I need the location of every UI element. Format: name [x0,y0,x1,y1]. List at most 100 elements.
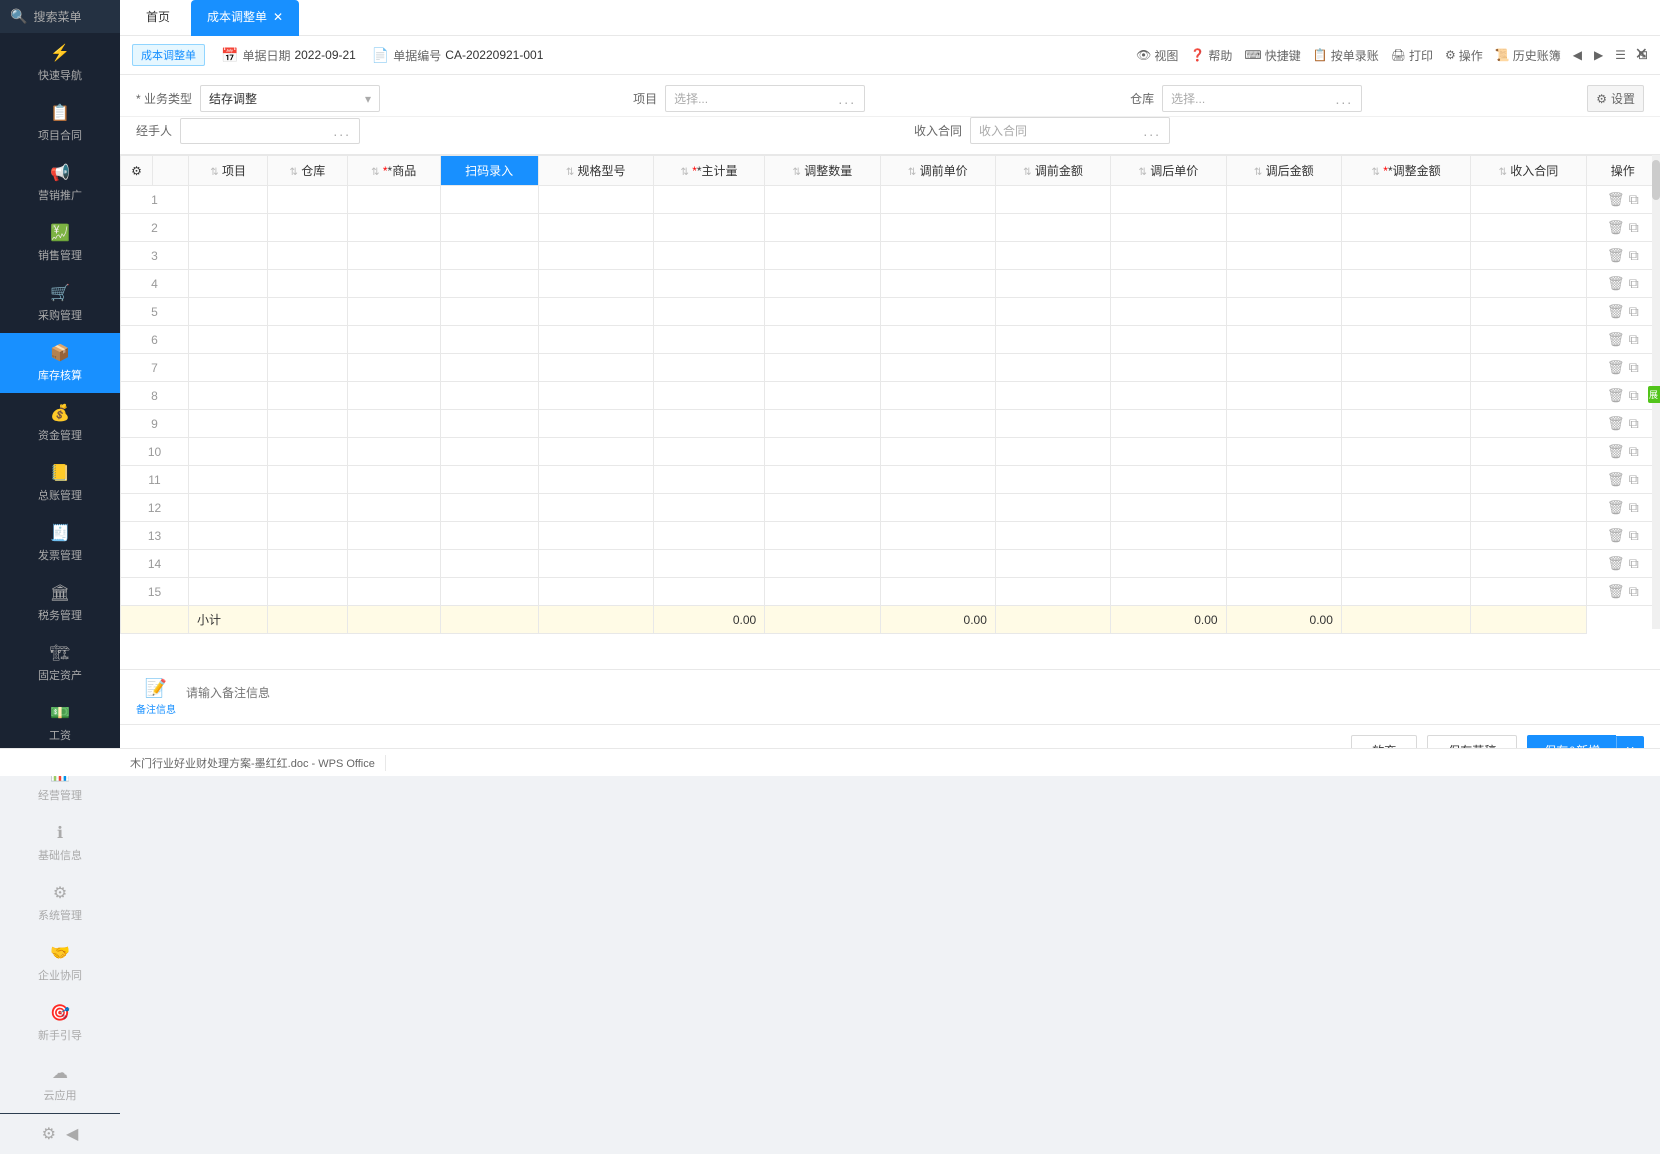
data-cell[interactable] [440,494,538,522]
project-dots[interactable]: ... [838,91,856,107]
copy-row-icon[interactable]: ⧉ [1629,471,1639,488]
data-cell[interactable] [347,466,440,494]
data-cell[interactable] [995,410,1110,438]
delete-row-icon[interactable]: 🗑 [1607,219,1625,236]
project-input[interactable]: 选择... ... [665,85,865,112]
data-cell[interactable] [1471,214,1586,242]
data-cell[interactable] [440,466,538,494]
action-history[interactable]: 📜 历史账簿 [1495,47,1561,64]
action-view[interactable]: 👁 视图 [1136,47,1178,64]
data-cell[interactable] [347,578,440,606]
data-cell[interactable] [538,186,653,214]
copy-row-icon[interactable]: ⧉ [1629,415,1639,432]
data-cell[interactable] [1226,382,1341,410]
data-cell[interactable] [995,298,1110,326]
data-cell[interactable] [880,382,995,410]
data-cell[interactable] [1341,242,1470,270]
data-cell[interactable] [268,550,347,578]
copy-row-icon[interactable]: ⧉ [1629,387,1639,404]
data-cell[interactable] [1341,494,1470,522]
warehouse-input[interactable]: 选择... ... [1162,85,1362,112]
data-cell[interactable] [268,522,347,550]
data-cell[interactable] [538,410,653,438]
data-cell[interactable] [995,522,1110,550]
sidebar-item-sales-management[interactable]: 💹 销售管理 [0,213,120,273]
col-income-contract[interactable]: ⇅ 收入合同 [1471,156,1586,186]
data-cell[interactable] [1226,550,1341,578]
data-cell[interactable] [653,298,764,326]
data-cell[interactable] [765,298,880,326]
data-cell[interactable] [1471,298,1586,326]
data-cell[interactable] [347,494,440,522]
data-cell[interactable] [440,242,538,270]
data-cell[interactable] [1111,298,1226,326]
data-cell[interactable] [347,242,440,270]
data-cell[interactable] [440,186,538,214]
data-cell[interactable] [440,550,538,578]
data-cell[interactable] [268,214,347,242]
copy-row-icon[interactable]: ⧉ [1629,275,1639,292]
note-icon-area[interactable]: 📝 备注信息 [136,678,176,716]
data-cell[interactable] [765,270,880,298]
data-cell[interactable] [1471,410,1586,438]
data-cell[interactable] [1111,522,1226,550]
data-cell[interactable] [1471,438,1586,466]
data-cell[interactable] [1226,242,1341,270]
data-cell[interactable] [440,270,538,298]
data-cell[interactable] [995,270,1110,298]
delete-row-icon[interactable]: 🗑 [1607,331,1625,348]
copy-row-icon[interactable]: ⧉ [1629,247,1639,264]
data-cell[interactable] [653,550,764,578]
data-cell[interactable] [765,242,880,270]
data-cell[interactable] [1341,270,1470,298]
data-cell[interactable] [189,522,268,550]
data-cell[interactable] [1341,326,1470,354]
data-cell[interactable] [347,298,440,326]
business-type-input[interactable]: 结存调整 ▾ [200,85,380,112]
settings-button[interactable]: ⚙ 设置 [1587,85,1644,112]
copy-row-icon[interactable]: ⧉ [1629,359,1639,376]
action-shortcut[interactable]: ⌨ 快捷键 [1244,47,1300,64]
data-cell[interactable] [268,242,347,270]
data-cell[interactable] [538,382,653,410]
col-warehouse[interactable]: ⇅ 仓库 [268,156,347,186]
data-cell[interactable] [995,466,1110,494]
sidebar-item-enterprise-collab[interactable]: 🤝 企业协同 [0,933,120,993]
data-cell[interactable] [1111,438,1226,466]
data-cell[interactable] [995,186,1110,214]
data-cell[interactable] [189,354,268,382]
data-cell[interactable] [189,578,268,606]
data-cell[interactable] [880,354,995,382]
data-cell[interactable] [995,242,1110,270]
data-cell[interactable] [1111,186,1226,214]
action-help[interactable]: ❓ 帮助 [1190,47,1232,64]
data-cell[interactable] [268,382,347,410]
data-cell[interactable] [765,214,880,242]
data-cell[interactable] [1471,578,1586,606]
action-print[interactable]: 🖨 打印 [1391,47,1433,64]
data-cell[interactable] [765,522,880,550]
data-cell[interactable] [1111,242,1226,270]
data-cell[interactable] [1341,410,1470,438]
data-cell[interactable] [653,578,764,606]
data-cell[interactable] [880,298,995,326]
col-pre-unit-price[interactable]: ⇅ 调前单价 [880,156,995,186]
data-cell[interactable] [347,438,440,466]
data-cell[interactable] [1471,466,1586,494]
data-cell[interactable] [765,494,880,522]
col-product[interactable]: ⇅ **商品 [347,156,440,186]
delete-row-icon[interactable]: 🗑 [1607,471,1625,488]
data-cell[interactable] [538,522,653,550]
col-main-qty[interactable]: ⇅ **主计量 [653,156,764,186]
sidebar-item-fixed-assets[interactable]: 🏗 固定资产 [0,633,120,693]
data-cell[interactable] [1111,410,1226,438]
col-spec-type[interactable]: ⇅ 规格型号 [538,156,653,186]
tab-close-icon[interactable]: ✕ [273,10,283,24]
delete-row-icon[interactable]: 🗑 [1607,247,1625,264]
data-cell[interactable] [347,214,440,242]
data-cell[interactable] [268,494,347,522]
data-cell[interactable] [1471,242,1586,270]
data-cell[interactable] [1226,298,1341,326]
data-cell[interactable] [189,438,268,466]
sidebar-item-tax-management[interactable]: 🏛 税务管理 [0,573,120,633]
